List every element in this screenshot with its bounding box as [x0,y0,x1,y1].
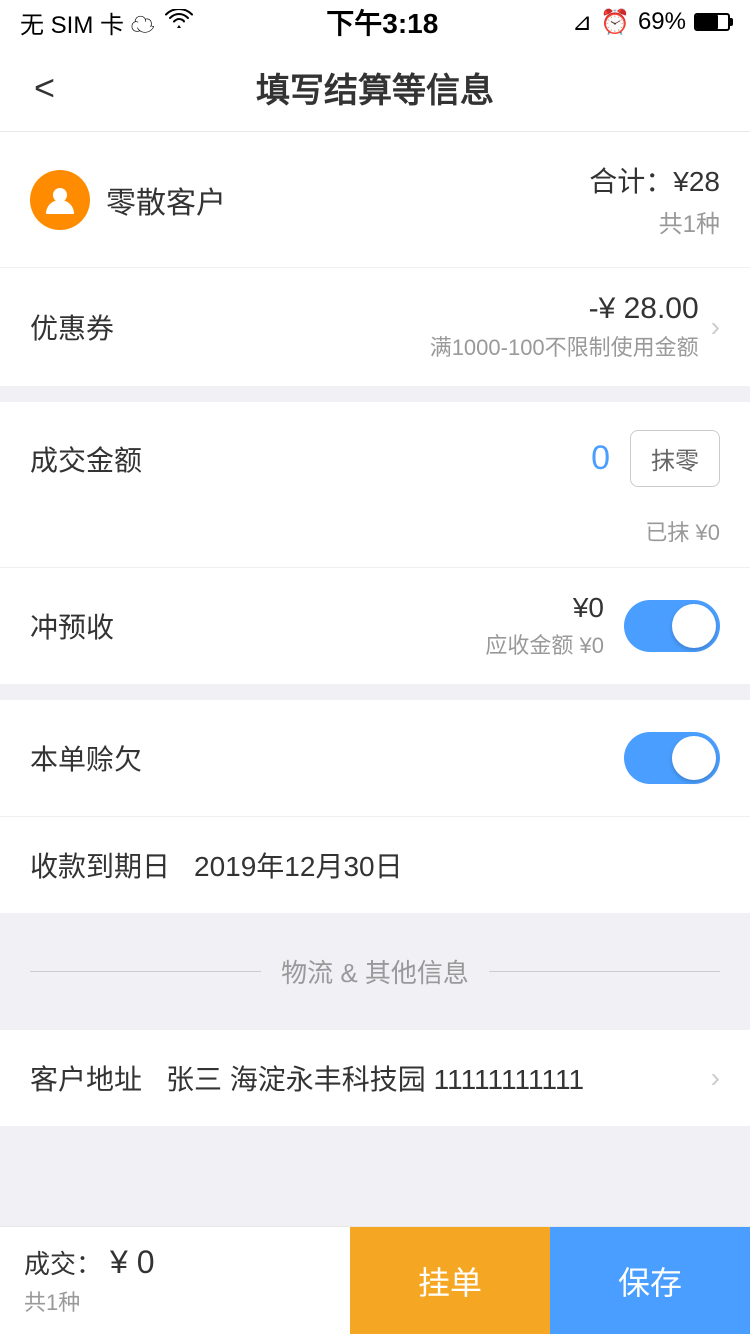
coupon-label: 优惠券 [30,307,114,347]
prepay-sub: 应收金额 ¥0 [485,628,604,660]
duedate-label: 收款到期日 [30,845,170,885]
bottom-transaction-label: 成交： [24,1244,102,1281]
address-row[interactable]: 客户地址 张三 海淀永丰科技园 11111111111 › [0,1030,750,1126]
divider-line-left [30,971,261,972]
nav-bar: < 填写结算等信息 [0,44,750,132]
avatar [30,170,90,230]
address-left: 客户地址 张三 海淀永丰科技园 11111111111 [30,1058,584,1098]
bottom-amount: ¥ 0 [110,1244,154,1281]
bottom-info: 成交： ¥ 0 共1种 [0,1244,350,1317]
prepay-row: 冲预收 ¥0 应收金额 ¥0 [0,567,750,684]
debt-section: 本单赊欠 收款到期日 2019年12月30日 [0,700,750,913]
divider-line-right [489,971,720,972]
content: 零散客户 合计：¥28 共1种 优惠券 -¥ 28.00 满1000-100不限… [0,132,750,1262]
total-amount: 合计：¥28 [589,160,720,200]
address-chevron-icon: › [711,1062,720,1094]
status-left: 无 SIM 卡 ☁ [20,5,193,40]
debt-row: 本单赊欠 [0,700,750,816]
status-right: ⊿ ⏰ 69% [572,8,730,37]
customer-total: 合计：¥28 共1种 [589,160,720,239]
coupon-right: -¥ 28.00 满1000-100不限制使用金额 › [430,292,720,362]
battery-percent: 69% [638,8,686,36]
chevron-right-icon: › [711,311,720,343]
save-button[interactable]: 保存 [550,1227,750,1334]
transaction-right: 0 抹零 [591,430,720,487]
transaction-row: 成交金额 0 抹零 [0,402,750,515]
page-title: 填写结算等信息 [256,63,494,112]
wifi-icon [165,8,193,36]
customer-row: 零散客户 合计：¥28 共1种 [0,132,750,267]
duedate-value: 2019年12月30日 [194,845,403,885]
prepay-info: ¥0 应收金额 ¥0 [485,592,604,660]
bottom-count: 共1种 [24,1285,326,1317]
duedate-row: 收款到期日 2019年12月30日 [0,816,750,913]
total-count: 共1种 [589,204,720,239]
transaction-section: 成交金额 0 抹零 已抹 ¥0 冲预收 ¥0 应收金额 ¥0 [0,402,750,684]
customer-left: 零散客户 [30,170,226,230]
coupon-discount: -¥ 28.00 [430,292,699,326]
debt-toggle[interactable] [624,732,720,784]
toggle-knob [672,604,716,648]
battery-icon [694,13,730,31]
status-time: 下午3:18 [326,2,438,42]
coupon-row[interactable]: 优惠券 -¥ 28.00 满1000-100不限制使用金额 › [0,267,750,386]
debt-toggle-knob [672,736,716,780]
prepay-label: 冲预收 [30,606,114,646]
coupon-desc: 满1000-100不限制使用金额 [430,330,699,362]
transaction-value: 0 [591,439,610,478]
transaction-label: 成交金额 [30,439,142,479]
back-button[interactable]: < [24,57,65,119]
coupon-info: -¥ 28.00 满1000-100不限制使用金额 [430,292,699,362]
customer-section: 零散客户 合计：¥28 共1种 优惠券 -¥ 28.00 满1000-100不限… [0,132,750,386]
address-section: 客户地址 张三 海淀永丰科技园 11111111111 › [0,1030,750,1126]
prepay-amount: ¥0 [485,592,604,624]
address-label: 客户地址 [30,1058,142,1098]
location-icon: ⊿ [572,8,592,37]
transaction-sub: 已抹 ¥0 [0,515,750,567]
logistics-section: 物流 & 其他信息 [0,929,750,1014]
prepay-toggle[interactable] [624,600,720,652]
bottom-transaction: 成交： ¥ 0 [24,1244,326,1281]
sim-text: 无 SIM 卡 ☁ [20,5,155,40]
alarm-icon: ⏰ [600,8,630,37]
address-value: 张三 海淀永丰科技园 11111111111 [166,1058,584,1098]
round-button[interactable]: 抹零 [630,430,720,487]
logistics-divider: 物流 & 其他信息 [0,929,750,1014]
debt-label: 本单赊欠 [30,738,142,778]
customer-name: 零散客户 [106,178,226,222]
suspend-button[interactable]: 挂单 [350,1227,550,1334]
logistics-label: 物流 & 其他信息 [281,953,469,990]
bottom-bar: 成交： ¥ 0 共1种 挂单 保存 [0,1226,750,1334]
status-bar: 无 SIM 卡 ☁ 下午3:18 ⊿ ⏰ 69% [0,0,750,44]
prepay-right: ¥0 应收金额 ¥0 [485,592,720,660]
